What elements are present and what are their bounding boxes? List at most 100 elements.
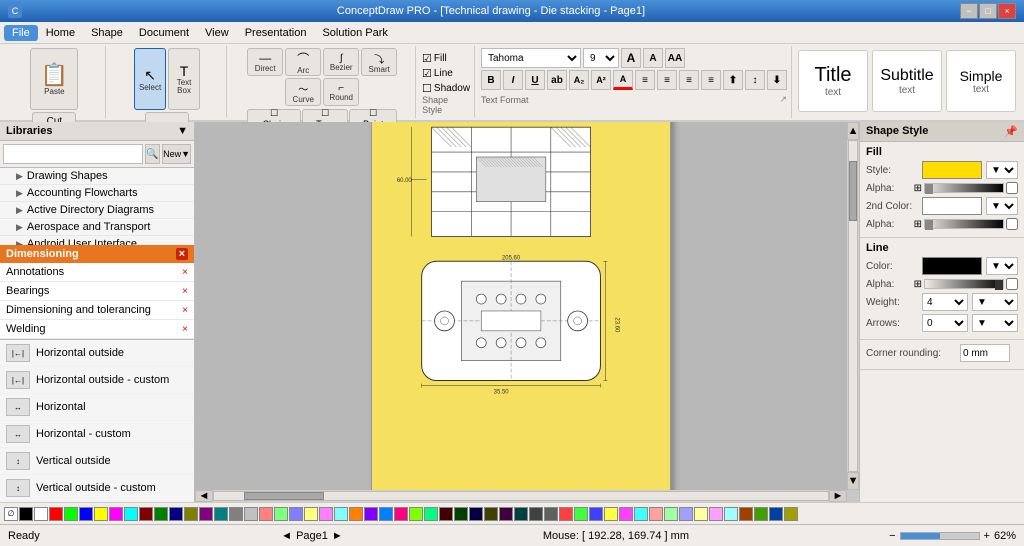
palette-color-swatch[interactable] (184, 507, 198, 521)
dim-shape-vertical-outside[interactable]: ↕ Vertical outside (0, 448, 194, 475)
arrows-select[interactable]: 0 1 2 (922, 314, 968, 332)
curve-button[interactable]: 〜 Curve (285, 78, 321, 106)
palette-color-swatch[interactable] (679, 507, 693, 521)
subtitle-text-button[interactable]: Subtitle text (872, 50, 942, 112)
palette-color-swatch[interactable] (634, 507, 648, 521)
palette-color-swatch[interactable] (529, 507, 543, 521)
palette-color-swatch[interactable] (499, 507, 513, 521)
dim-shape-horizontal-custom[interactable]: ↔ Horizontal - custom (0, 421, 194, 448)
palette-color-swatch[interactable] (124, 507, 138, 521)
select-button[interactable]: ↖ Select (134, 48, 166, 110)
horizontal-scrollbar[interactable]: ◄ ► (195, 490, 847, 502)
menu-shape[interactable]: Shape (83, 25, 131, 41)
palette-color-swatch[interactable] (304, 507, 318, 521)
palette-color-swatch[interactable] (484, 507, 498, 521)
dim-shape-horizontal[interactable]: ↔ Horizontal (0, 394, 194, 421)
menu-view[interactable]: View (197, 25, 237, 41)
palette-color-swatch[interactable] (169, 507, 183, 521)
lib-item-aerospace[interactable]: ▶ Aerospace and Transport (0, 219, 194, 236)
annotations-close[interactable]: × (182, 267, 188, 278)
line-color-select[interactable]: ▼ (986, 257, 1018, 275)
bezier-button[interactable]: ∫ Bezier (323, 48, 359, 76)
palette-color-swatch[interactable] (694, 507, 708, 521)
search-button[interactable]: 🔍 (145, 144, 160, 164)
font-size-select[interactable]: 9 (583, 48, 619, 68)
palette-color-swatch[interactable] (439, 507, 453, 521)
line-alpha-slider[interactable] (924, 279, 1004, 289)
new-group-button[interactable]: New▼ (162, 144, 191, 164)
align-center-button[interactable]: ≡ (657, 70, 677, 90)
palette-color-swatch[interactable] (64, 507, 78, 521)
maximize-button[interactable]: □ (979, 3, 997, 19)
second-color-box[interactable] (922, 197, 982, 215)
palette-color-swatch[interactable] (769, 507, 783, 521)
no-color-swatch[interactable]: ∅ (4, 507, 18, 521)
palette-color-swatch[interactable] (49, 507, 63, 521)
page-nav-next[interactable]: ► (332, 530, 343, 542)
zoom-out-button[interactable]: − (889, 530, 895, 542)
welding-item[interactable]: Welding × (0, 320, 194, 339)
direct-button[interactable]: — Direct (247, 48, 283, 76)
palette-color-swatch[interactable] (409, 507, 423, 521)
palette-color-swatch[interactable] (574, 507, 588, 521)
dim-tolerancing-item[interactable]: Dimensioning and tolerancing × (0, 301, 194, 320)
scroll-down-button[interactable]: ▼ (847, 472, 859, 490)
round-button[interactable]: ⌐ Round (323, 78, 359, 106)
palette-color-swatch[interactable] (319, 507, 333, 521)
corner-rounding-input[interactable] (960, 344, 1010, 362)
close-button[interactable]: × (998, 3, 1016, 19)
search-input[interactable] (3, 144, 143, 164)
text-color-button[interactable]: A (613, 70, 633, 90)
align-left-button[interactable]: ≡ (635, 70, 655, 90)
palette-color-swatch[interactable] (649, 507, 663, 521)
menu-presentation[interactable]: Presentation (237, 25, 315, 41)
alpha-slider[interactable] (924, 183, 1004, 193)
libraries-menu-button[interactable]: ▼ (177, 125, 188, 137)
bold-button[interactable]: B (481, 70, 501, 90)
palette-color-swatch[interactable] (94, 507, 108, 521)
fill-style-select[interactable]: ▼ (986, 161, 1018, 179)
strikethrough-button[interactable]: ab (547, 70, 567, 90)
dimensioning-close-button[interactable]: × (176, 248, 188, 260)
palette-color-swatch[interactable] (79, 507, 93, 521)
palette-color-swatch[interactable] (34, 507, 48, 521)
palette-color-swatch[interactable] (469, 507, 483, 521)
weight-select[interactable]: 4 1 2 3 (922, 293, 968, 311)
italic-button[interactable]: I (503, 70, 523, 90)
palette-color-swatch[interactable] (139, 507, 153, 521)
palette-color-swatch[interactable] (709, 507, 723, 521)
menu-home[interactable]: Home (38, 25, 83, 41)
bearings-close[interactable]: × (182, 286, 188, 297)
bottom-align-button[interactable]: ⬇ (767, 70, 787, 90)
alpha2-slider[interactable] (924, 219, 1004, 229)
welding-close[interactable]: × (182, 324, 188, 335)
palette-color-swatch[interactable] (199, 507, 213, 521)
canvas-area[interactable]: A—A (195, 122, 859, 502)
palette-color-swatch[interactable] (289, 507, 303, 521)
zoom-slider[interactable] (900, 532, 980, 540)
palette-color-swatch[interactable] (349, 507, 363, 521)
lib-item-accounting[interactable]: ▶ Accounting Flowcharts (0, 185, 194, 202)
font-size-decrease-button[interactable]: A (643, 48, 663, 68)
palette-color-swatch[interactable] (424, 507, 438, 521)
minimize-button[interactable]: − (960, 3, 978, 19)
menu-document[interactable]: Document (131, 25, 197, 41)
palette-color-swatch[interactable] (559, 507, 573, 521)
palette-color-swatch[interactable] (334, 507, 348, 521)
lib-item-android[interactable]: ▶ Android User Interface (0, 236, 194, 245)
top-align-button[interactable]: ⬆ (723, 70, 743, 90)
palette-color-swatch[interactable] (154, 507, 168, 521)
palette-color-swatch[interactable] (259, 507, 273, 521)
palette-color-swatch[interactable] (454, 507, 468, 521)
palette-color-swatch[interactable] (604, 507, 618, 521)
page-nav-prev[interactable]: ◄ (281, 530, 292, 542)
shape-style-pin-button[interactable]: 📌 (1004, 125, 1018, 138)
dim-tolerancing-close[interactable]: × (182, 305, 188, 316)
smart-button[interactable]: ⤵ Smart (361, 48, 397, 76)
palette-color-swatch[interactable] (19, 507, 33, 521)
palette-color-swatch[interactable] (664, 507, 678, 521)
scroll-right-button[interactable]: ► (829, 490, 847, 502)
palette-color-swatch[interactable] (214, 507, 228, 521)
palette-color-swatch[interactable] (229, 507, 243, 521)
dim-shape-vertical-outside-custom[interactable]: ↕ Vertical outside - custom (0, 475, 194, 502)
